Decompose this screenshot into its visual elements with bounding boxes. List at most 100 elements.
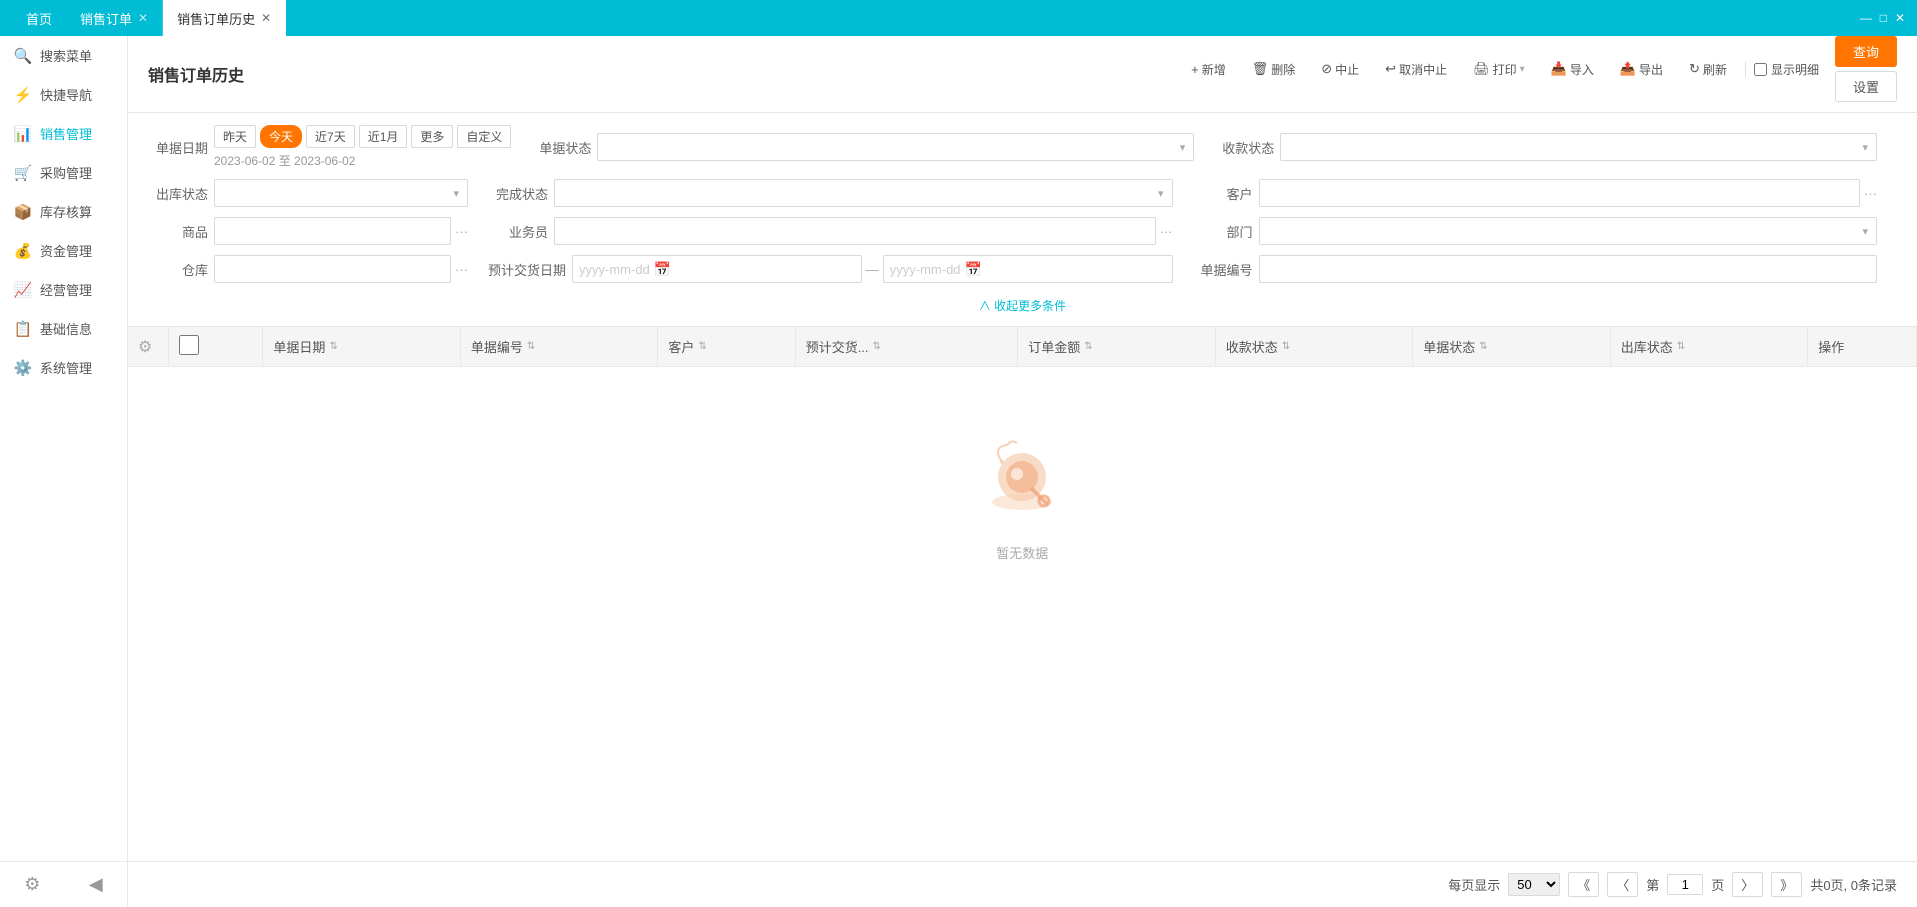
th-customer[interactable]: 客户 ⇅ — [658, 327, 795, 367]
prev-page-btn[interactable]: 〈 — [1607, 872, 1638, 897]
refresh-button[interactable]: ↻ 刷新 — [1679, 57, 1737, 82]
doc-status-col-label: 单据状态 — [1423, 337, 1475, 356]
collapse-filter-btn[interactable]: ∧ 收起更多条件 — [148, 293, 1897, 314]
window-close[interactable]: ✕ — [1895, 11, 1905, 25]
new-button[interactable]: + 新增 — [1181, 57, 1236, 82]
tab-home[interactable]: 首页 — [12, 0, 66, 36]
expected-delivery-sort[interactable]: 预计交货... ⇅ — [806, 337, 1008, 356]
actions-col-label: 操作 — [1818, 340, 1844, 355]
delete-button[interactable]: 🗑 删除 — [1242, 57, 1306, 82]
order-amount-sort[interactable]: 订单金额 ⇅ — [1028, 337, 1205, 356]
stop-button[interactable]: ⊘ 中止 — [1311, 57, 1369, 82]
settings-button[interactable]: 设置 — [1835, 71, 1897, 102]
import-button[interactable]: 📥 导入 — [1541, 57, 1604, 82]
warehouse-ellipsis[interactable]: ··· — [455, 262, 468, 277]
sidebar-collapse-btn[interactable]: ◀ — [81, 870, 111, 899]
completion-status-select[interactable]: ▾ — [554, 179, 1173, 207]
print-icon: 🖨 — [1473, 61, 1490, 77]
receipt-status-sort[interactable]: 收款状态 ⇅ — [1226, 337, 1403, 356]
data-table: ⚙ 单据日期 ⇅ 单据编号 — [128, 327, 1917, 622]
tab-sales-order[interactable]: 销售订单 ✕ — [66, 0, 163, 36]
th-outbound-status[interactable]: 出库状态 ⇅ — [1610, 327, 1808, 367]
th-doc-status[interactable]: 单据状态 ⇅ — [1413, 327, 1611, 367]
sidebar-item-sys-mgmt[interactable]: ⚙️ 系统管理 — [0, 348, 127, 387]
th-expected-delivery[interactable]: 预计交货... ⇅ — [795, 327, 1018, 367]
sidebar-settings-btn[interactable]: ⚙ — [16, 870, 48, 899]
goods-input[interactable] — [214, 217, 451, 245]
delivery-date-end[interactable]: yyyy-mm-dd 📅 — [883, 255, 1173, 283]
salesperson-input[interactable] — [554, 217, 1156, 245]
doc-status-sort[interactable]: 单据状态 ⇅ — [1423, 337, 1600, 356]
export-button[interactable]: 📤 导出 — [1610, 57, 1673, 82]
sidebar-item-inventory[interactable]: 📦 库存核算 — [0, 192, 127, 231]
toolbar: + 新增 🗑 删除 ⊘ 中止 ↩ 取消中止 🖨 打印 — [1181, 36, 1897, 112]
doc-no-sort[interactable]: 单据编号 ⇅ — [471, 337, 648, 356]
window-maximize[interactable]: □ — [1880, 11, 1887, 25]
print-label: 打印 — [1493, 61, 1517, 78]
filter-completion-status: 完成状态 ▾ — [488, 179, 1173, 207]
filter-row-1: 单据日期 昨天 今天 近7天 近1月 更多 自定义 2023-06-02 至 2… — [148, 125, 1897, 169]
sidebar-item-quick-nav[interactable]: ⚡ 快捷导航 — [0, 75, 127, 114]
date-btn-custom[interactable]: 自定义 — [457, 125, 511, 148]
cancel-stop-button[interactable]: ↩ 取消中止 — [1375, 57, 1457, 82]
doc-no-input[interactable] — [1259, 255, 1878, 283]
date-btn-7days[interactable]: 近7天 — [306, 125, 355, 148]
pagination: 每页显示 50 10 20 100 《 〈 第 页 〉 》 共0页, 0条记录 — [128, 861, 1917, 907]
sidebar-item-sales-mgmt[interactable]: 📊 销售管理 — [0, 114, 127, 153]
tab-sales-order-close[interactable]: ✕ — [138, 11, 148, 25]
page-header: 销售订单历史 + 新增 🗑 删除 ⊘ 中止 ↩ 取消中止 — [128, 36, 1917, 113]
receipt-status-select[interactable]: ▾ — [1280, 133, 1877, 161]
filter-salesperson: 业务员 ··· — [488, 217, 1173, 245]
date-btn-yesterday[interactable]: 昨天 — [214, 125, 256, 148]
table-head: ⚙ 单据日期 ⇅ 单据编号 — [128, 327, 1917, 367]
doc-date-sort[interactable]: 单据日期 ⇅ — [273, 337, 450, 356]
department-select[interactable]: ▾ — [1259, 217, 1878, 245]
page-suffix: 页 — [1711, 875, 1724, 894]
collapse-label: 收起更多条件 — [994, 299, 1066, 313]
outbound-status-select[interactable]: ▾ — [214, 179, 468, 207]
th-receipt-status[interactable]: 收款状态 ⇅ — [1215, 327, 1413, 367]
table-settings-icon[interactable]: ⚙ — [138, 339, 152, 356]
empty-state: 暂无数据 — [128, 367, 1917, 622]
tab-sales-order-history-close[interactable]: ✕ — [261, 11, 271, 25]
next-page-icon: 〉 — [1741, 878, 1754, 893]
th-settings: ⚙ — [128, 327, 168, 367]
empty-text: 暂无数据 — [996, 543, 1048, 562]
print-button[interactable]: 🖨 打印 ▾ — [1463, 57, 1535, 82]
th-order-amount[interactable]: 订单金额 ⇅ — [1018, 327, 1216, 367]
page-size-select[interactable]: 50 10 20 100 — [1508, 873, 1560, 896]
outbound-status-sort[interactable]: 出库状态 ⇅ — [1621, 337, 1798, 356]
date-btn-today[interactable]: 今天 — [260, 125, 302, 148]
select-all-checkbox[interactable] — [179, 335, 199, 355]
first-page-btn[interactable]: 《 — [1568, 872, 1599, 897]
window-minimize[interactable]: — — [1860, 11, 1872, 25]
page-input[interactable] — [1667, 874, 1703, 895]
goods-ellipsis[interactable]: ··· — [455, 224, 468, 239]
tab-sales-order-history[interactable]: 销售订单历史 ✕ — [163, 0, 286, 36]
show-detail-label[interactable]: 显示明细 — [1754, 61, 1819, 78]
customer-ellipsis[interactable]: ··· — [1864, 186, 1877, 201]
customer-sort[interactable]: 客户 ⇅ — [668, 337, 784, 356]
sidebar-item-sales-mgmt-label: 销售管理 — [40, 124, 92, 143]
warehouse-input[interactable] — [214, 255, 451, 283]
sidebar-item-purchase-mgmt[interactable]: 🛒 采购管理 — [0, 153, 127, 192]
sidebar-item-basic-info[interactable]: 📋 基础信息 — [0, 309, 127, 348]
salesperson-ellipsis[interactable]: ··· — [1160, 224, 1173, 239]
customer-input[interactable] — [1259, 179, 1861, 207]
next-page-btn[interactable]: 〉 — [1732, 872, 1763, 897]
sidebar-item-search-menu[interactable]: 🔍 搜索菜单 — [0, 36, 127, 75]
sidebar-item-operations[interactable]: 📈 经营管理 — [0, 270, 127, 309]
sidebar-item-finance[interactable]: 💰 资金管理 — [0, 231, 127, 270]
query-button[interactable]: 查询 — [1835, 36, 1897, 67]
date-btn-more[interactable]: 更多 — [411, 125, 453, 148]
last-page-btn[interactable]: 》 — [1771, 872, 1802, 897]
th-doc-date[interactable]: 单据日期 ⇅ — [263, 327, 461, 367]
delivery-date-start[interactable]: yyyy-mm-dd 📅 — [572, 255, 862, 283]
date-btn-1month[interactable]: 近1月 — [359, 125, 408, 148]
doc-status-select[interactable]: ▾ — [597, 133, 1194, 161]
th-doc-no[interactable]: 单据编号 ⇅ — [460, 327, 658, 367]
show-detail-checkbox[interactable] — [1754, 63, 1767, 76]
customer-input-area: ··· — [1259, 179, 1878, 207]
last-page-icon: 》 — [1780, 878, 1793, 893]
top-tabs: 首页 销售订单 ✕ 销售订单历史 ✕ — [12, 0, 286, 36]
